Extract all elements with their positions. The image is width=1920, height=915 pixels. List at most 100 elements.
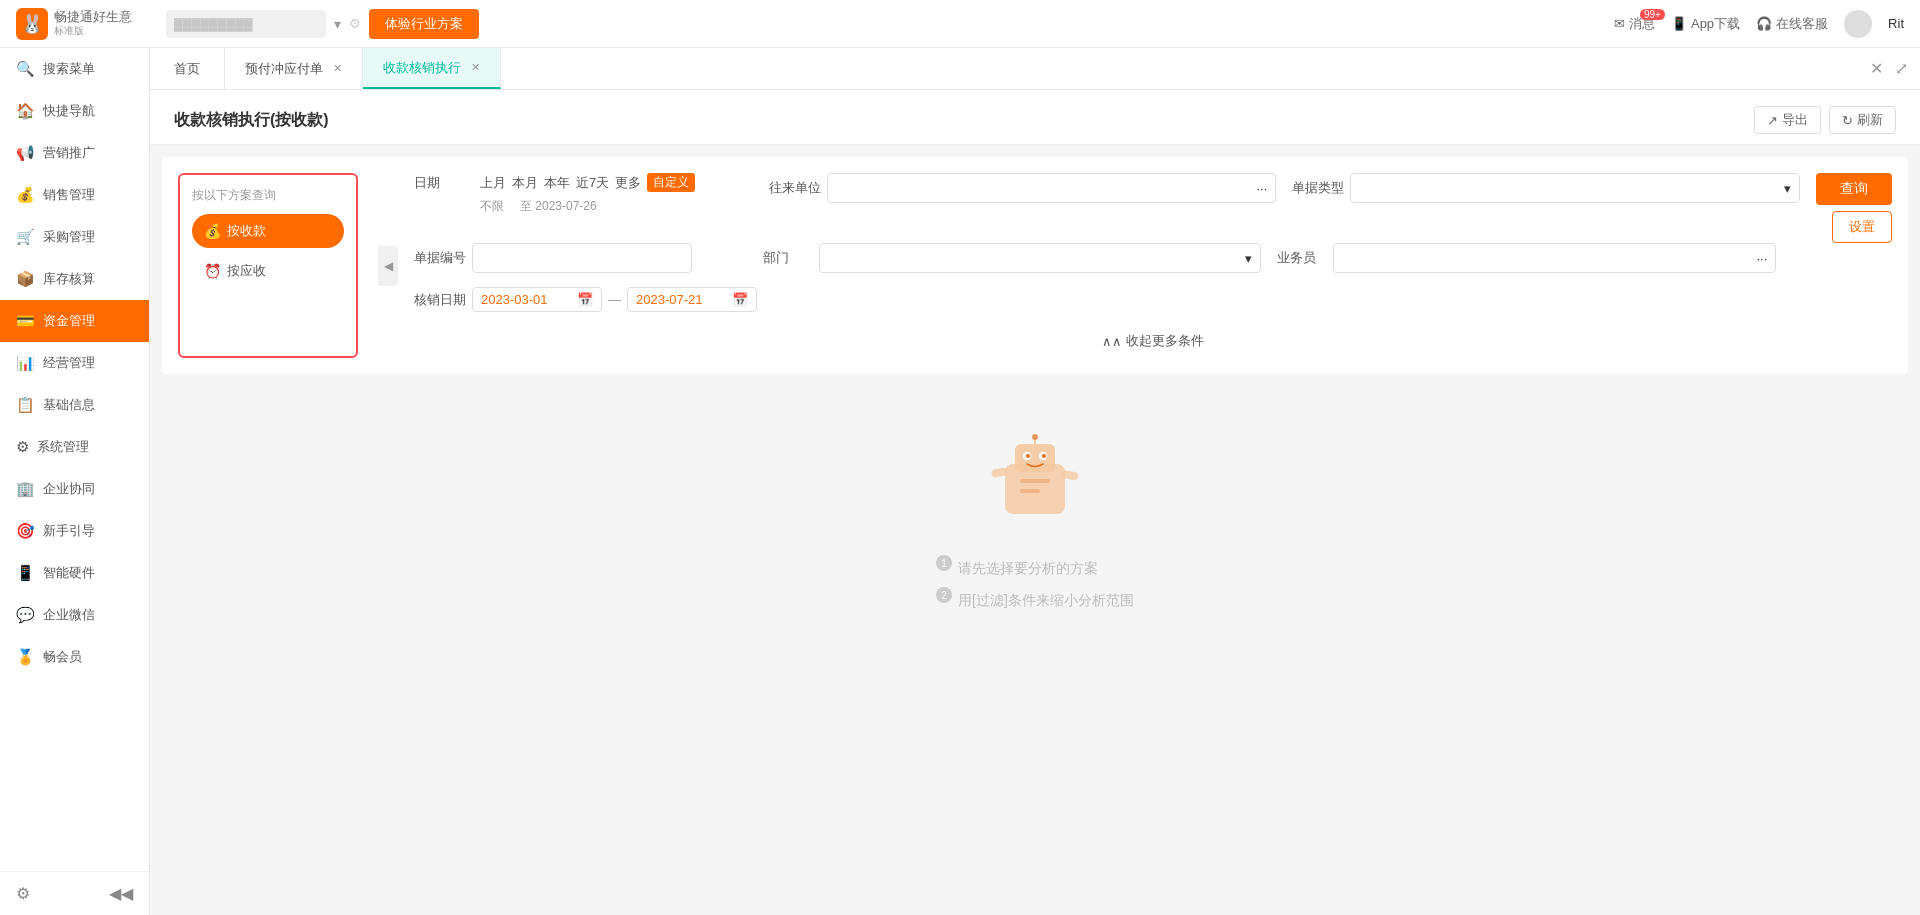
doctype-dropdown-icon: ▾	[1784, 181, 1791, 196]
sidebar-collapse-btn[interactable]: ◀◀	[109, 884, 133, 903]
sidebar-label-guide: 新手引导	[43, 522, 95, 540]
left-collapse-btn[interactable]: ◀	[378, 246, 398, 286]
verify-date-end-input[interactable]	[636, 292, 726, 307]
counterparty-label: 往来单位	[769, 179, 821, 197]
sidebar-item-marketing[interactable]: 📢 营销推广	[0, 132, 149, 174]
tab-home[interactable]: 首页	[150, 48, 225, 89]
content-area: 收款核销执行(按收款) ↗ 导出 ↻ 刷新 按以下方案查询	[150, 90, 1920, 915]
step-1-num: 1	[936, 555, 952, 571]
tab-collection[interactable]: 收款核销执行 ✕	[363, 48, 501, 89]
system-icon: ⚙	[16, 438, 29, 456]
user-name: Rit	[1888, 16, 1904, 31]
tab-prepay-close[interactable]: ✕	[333, 62, 342, 75]
sidebar-item-system[interactable]: ⚙ 系统管理	[0, 426, 149, 468]
messages-badge: 99+	[1640, 9, 1665, 20]
date-shortcut-7days[interactable]: 近7天	[576, 174, 609, 192]
empty-state: 1 请先选择要分析的方案 2 用[过滤]条件来缩小分析范围	[150, 374, 1920, 674]
empty-step-2: 2 用[过滤]条件来缩小分析范围	[936, 586, 1134, 614]
phone-icon: 📱	[1671, 16, 1687, 31]
page-actions: ↗ 导出 ↻ 刷新	[1754, 106, 1896, 134]
date-shortcuts: 上月 本月 本年 近7天 更多 自定义	[480, 173, 695, 192]
refresh-btn[interactable]: ↻ 刷新	[1829, 106, 1896, 134]
dept-select[interactable]: ▾	[819, 243, 1262, 273]
empty-illustration	[975, 434, 1095, 534]
sidebar-item-sales[interactable]: 💰 销售管理	[0, 174, 149, 216]
tab-close-all-btn[interactable]: ✕	[1866, 55, 1887, 82]
sidebar-label-sales: 销售管理	[43, 186, 95, 204]
sidebar-item-operations[interactable]: 📊 经营管理	[0, 342, 149, 384]
layout: 🔍 搜索菜单 🏠 快捷导航 📢 营销推广 💰 销售管理 🛒 采购管理 📦 库存核…	[0, 48, 1920, 915]
export-btn[interactable]: ↗ 导出	[1754, 106, 1821, 134]
staff-select[interactable]: ···	[1333, 243, 1776, 273]
receipt-icon: 💰	[204, 223, 221, 239]
refresh-icon: ↻	[1842, 113, 1853, 128]
verify-date-label: 核销日期	[414, 291, 466, 309]
sidebar-label-basic: 基础信息	[43, 396, 95, 414]
staff-label: 业务员	[1277, 249, 1327, 267]
date-shortcut-this-year[interactable]: 本年	[544, 174, 570, 192]
sidebar-item-wechat[interactable]: 💬 企业微信	[0, 594, 149, 636]
solution-btn[interactable]: 体验行业方案	[369, 9, 479, 39]
sales-icon: 💰	[16, 186, 35, 204]
step-2-num: 2	[936, 587, 952, 603]
docno-input[interactable]	[472, 243, 692, 273]
filter-option-receipt-label: 按收款	[227, 222, 266, 240]
sidebar-item-member[interactable]: 🏅 畅会员	[0, 636, 149, 678]
svg-rect-1	[1015, 444, 1055, 472]
filter-panel: 按以下方案查询 💰 按收款 ⏰ 按应收 ◀	[162, 157, 1908, 374]
search-dropdown-icon[interactable]: ▾	[334, 16, 341, 32]
sidebar-item-funds[interactable]: 💳 资金管理	[0, 300, 149, 342]
collapse-more-label: 收起更多条件	[1126, 332, 1204, 350]
date-custom-tag[interactable]: 自定义	[647, 173, 695, 192]
tab-collection-close[interactable]: ✕	[471, 61, 480, 74]
sidebar-item-inventory[interactable]: 📦 库存核算	[0, 258, 149, 300]
date-shortcut-this-month[interactable]: 本月	[512, 174, 538, 192]
tab-prepay[interactable]: 预付冲应付单 ✕	[225, 48, 363, 89]
tab-expand-btn[interactable]: ⤢	[1891, 55, 1912, 82]
online-service-btn[interactable]: 🎧 在线客服	[1756, 15, 1828, 33]
main-area: 首页 预付冲应付单 ✕ 收款核销执行 ✕ ✕ ⤢ 收款核销执行(按收款)	[150, 48, 1920, 915]
svg-point-7	[1032, 434, 1038, 440]
verify-date-start-input[interactable]	[481, 292, 571, 307]
page-header: 收款核销执行(按收款) ↗ 导出 ↻ 刷新	[150, 90, 1920, 145]
sidebar-label-operations: 经营管理	[43, 354, 95, 372]
sidebar-item-guide[interactable]: 🎯 新手引导	[0, 510, 149, 552]
tab-bar: 首页 预付冲应付单 ✕ 收款核销执行 ✕ ✕ ⤢	[150, 48, 1920, 90]
doctype-select[interactable]: ▾	[1350, 173, 1800, 203]
verify-date-end-wrap: 📅	[627, 287, 757, 312]
date-shortcut-last-month[interactable]: 上月	[480, 174, 506, 192]
messages-btn[interactable]: ✉ 消息 99+	[1614, 15, 1655, 33]
sidebar-item-basic[interactable]: 📋 基础信息	[0, 384, 149, 426]
sidebar-item-purchase[interactable]: 🛒 采购管理	[0, 216, 149, 258]
filter-option-receivable[interactable]: ⏰ 按应收	[192, 254, 344, 288]
sidebar-item-enterprise[interactable]: 🏢 企业协同	[0, 468, 149, 510]
filter-dept-area: 部门 ▾	[763, 243, 1262, 273]
date-shortcut-more[interactable]: 更多	[615, 174, 641, 192]
app-download-btn[interactable]: 📱 App下载	[1671, 15, 1740, 33]
collapse-more-btn[interactable]: ∧∧ 收起更多条件	[1102, 332, 1204, 350]
logo-icon: 🐰	[16, 8, 48, 40]
tab-collection-label: 收款核销执行	[383, 59, 461, 77]
sidebar-label-shortcut: 快捷导航	[43, 102, 95, 120]
funds-icon: 💳	[16, 312, 35, 330]
filter-doctype-area: 单据类型 ▾	[1292, 173, 1800, 203]
sidebar-label-search: 搜索菜单	[43, 60, 95, 78]
sidebar-item-search[interactable]: 🔍 搜索菜单	[0, 48, 149, 90]
query-btn[interactable]: 查询	[1816, 173, 1892, 205]
sidebar-label-system: 系统管理	[37, 438, 89, 456]
dept-label: 部门	[763, 249, 813, 267]
logo-area: 🐰 畅捷通好生意 标准版	[16, 8, 166, 40]
filter-left-title: 按以下方案查询	[192, 187, 344, 204]
avatar[interactable]	[1844, 10, 1872, 38]
sidebar-label-hardware: 智能硬件	[43, 564, 95, 582]
calendar-start-icon[interactable]: 📅	[577, 292, 593, 307]
sidebar-item-shortcut[interactable]: 🏠 快捷导航	[0, 90, 149, 132]
sidebar-item-hardware[interactable]: 📱 智能硬件	[0, 552, 149, 594]
sidebar-label-marketing: 营销推广	[43, 144, 95, 162]
date-no-limit: 不限	[480, 198, 504, 215]
filter-option-receipt[interactable]: 💰 按收款	[192, 214, 344, 248]
settings-gear-icon[interactable]: ⚙	[16, 884, 30, 903]
settings-btn[interactable]: 设置	[1832, 211, 1892, 243]
calendar-end-icon[interactable]: 📅	[732, 292, 748, 307]
counterparty-select[interactable]: ···	[827, 173, 1277, 203]
